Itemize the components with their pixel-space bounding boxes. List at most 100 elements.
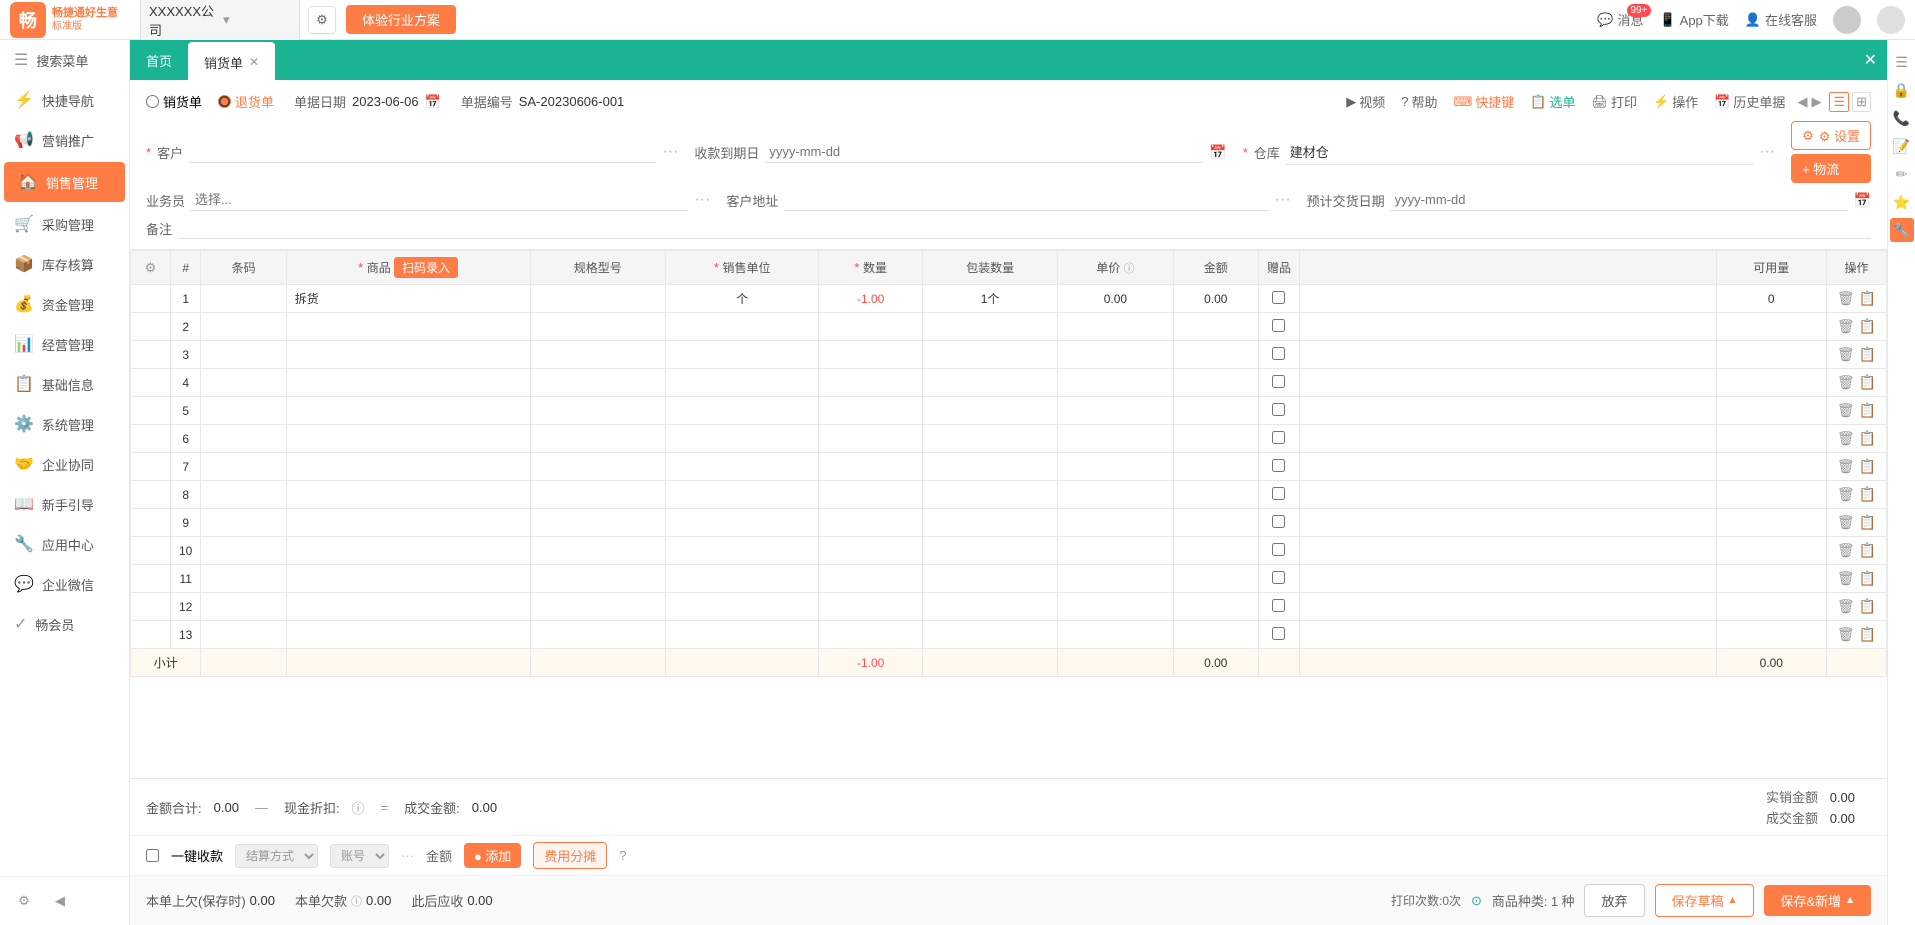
delete-row-icon[interactable]: 🗑 [1837, 486, 1855, 503]
address-more-icon[interactable]: ··· [1275, 191, 1291, 209]
save-new-button[interactable]: 保存&新增 ▲ [1764, 885, 1871, 916]
app-download-button[interactable]: 📱 App下载 [1659, 10, 1728, 29]
gift-checkbox[interactable] [1272, 403, 1285, 416]
help-btn[interactable]: ? 帮助 [1397, 90, 1441, 113]
payment-due-calendar-icon[interactable]: 📅 [1209, 144, 1226, 161]
sidebar-item-sales[interactable]: 🏠 销售管理 [4, 162, 125, 202]
tab-home[interactable]: 首页 [130, 40, 188, 80]
gift-checkbox[interactable] [1272, 347, 1285, 360]
grid-view-icon[interactable]: ⊞ [1852, 92, 1871, 112]
delete-row-icon[interactable]: 🗑 [1837, 374, 1855, 391]
gift-checkbox[interactable] [1272, 375, 1285, 388]
add-payment-button[interactable]: ● 添加 [464, 843, 521, 868]
avatar[interactable] [1833, 6, 1861, 34]
sidebar-item-purchase[interactable]: 🛒 采购管理 [0, 204, 129, 244]
gift-checkbox[interactable] [1272, 459, 1285, 472]
sales-bill-radio[interactable]: 销货单 [146, 92, 202, 111]
sidebar-item-guide[interactable]: 📖 新手引导 [0, 484, 129, 524]
copy-row-icon[interactable]: 📋 [1859, 486, 1876, 503]
copy-row-icon[interactable]: 📋 [1859, 598, 1876, 615]
history-btn[interactable]: 📅 历史单据 [1710, 90, 1789, 113]
rp-note-icon[interactable]: 📝 [1890, 134, 1914, 158]
copy-row-icon[interactable]: 📋 [1859, 570, 1876, 587]
tab-sales-order[interactable]: 销货单 ✕ [188, 42, 275, 82]
gift-checkbox[interactable] [1272, 627, 1285, 640]
delete-row-icon[interactable]: 🗑 [1837, 514, 1855, 531]
online-service-button[interactable]: 👤 在线客服 [1745, 10, 1817, 29]
calendar-icon[interactable]: 📅 [425, 94, 441, 110]
delete-row-icon[interactable]: 🗑 [1837, 570, 1855, 587]
col-settings-icon[interactable]: ⚙ [145, 260, 157, 275]
rp-orange-icon[interactable]: 🔧 [1890, 218, 1914, 242]
video-btn[interactable]: ▶ 视频 [1342, 90, 1389, 113]
expense-split-button[interactable]: 费用分摊 [533, 842, 607, 869]
delete-row-icon[interactable]: 🗑 [1837, 598, 1855, 615]
sidebar-item-shortcut[interactable]: ⚡ 快捷导航 [0, 80, 129, 120]
message-button[interactable]: 💬 消息 99+ [1597, 10, 1643, 29]
sidebar-item-inventory[interactable]: 📦 库存核算 [0, 244, 129, 284]
print-info-icon[interactable]: ⊙ [1471, 893, 1482, 909]
copy-row-icon[interactable]: 📋 [1859, 514, 1876, 531]
gift-checkbox[interactable] [1272, 291, 1285, 304]
select-bill-btn[interactable]: 📋 选单 [1526, 90, 1579, 113]
save-draft-button[interactable]: 保存草稿 ▲ [1655, 884, 1755, 917]
delivery-date-input[interactable] [1391, 189, 1848, 211]
trial-button[interactable]: 体验行业方案 [346, 5, 456, 34]
sidebar-item-basic[interactable]: 📋 基础信息 [0, 364, 129, 404]
sidebar-item-wechat[interactable]: 💬 企业微信 [0, 564, 129, 604]
sidebar-item-finance[interactable]: 💰 资金管理 [0, 284, 129, 324]
return-bill-radio[interactable]: 退货单 [218, 92, 274, 111]
ops-btn[interactable]: ⚡ 操作 [1649, 90, 1702, 113]
prev-icon[interactable]: ◀ [1797, 94, 1807, 110]
copy-row-icon[interactable]: 📋 [1859, 430, 1876, 447]
remarks-input[interactable] [178, 217, 1871, 239]
salesman-input[interactable] [191, 189, 688, 211]
tab-bar-close-icon[interactable]: ✕ [1864, 50, 1877, 70]
gift-checkbox[interactable] [1272, 599, 1285, 612]
customer-more-icon[interactable]: ··· [662, 143, 678, 161]
account-more-icon[interactable]: ··· [401, 848, 414, 863]
avatar-2[interactable] [1877, 6, 1905, 34]
logistics-btn[interactable]: + 物流 [1791, 154, 1871, 183]
rp-lock-icon[interactable]: 🔒 [1890, 78, 1914, 102]
delete-row-icon[interactable]: 🗑 [1837, 402, 1855, 419]
delete-row-icon[interactable]: 🗑 [1837, 290, 1855, 307]
payment-due-input[interactable] [765, 141, 1203, 163]
sidebar-item-operation[interactable]: 📊 经营管理 [0, 324, 129, 364]
customer-address-input[interactable] [784, 189, 1268, 211]
copy-row-icon[interactable]: 📋 [1859, 626, 1876, 643]
gift-checkbox[interactable] [1272, 487, 1285, 500]
company-selector[interactable]: XXXXXX公司 ▾ [140, 0, 300, 43]
gift-checkbox[interactable] [1272, 515, 1285, 528]
delete-row-icon[interactable]: 🗑 [1837, 626, 1855, 643]
salesman-more-icon[interactable]: ··· [694, 191, 710, 209]
settings-btn[interactable]: ⚙ ⚙ 设置 [1791, 121, 1871, 150]
sidebar-item-system[interactable]: ⚙️ 系统管理 [0, 404, 129, 444]
shortcut-btn[interactable]: ⌨ 快捷键 [1450, 90, 1519, 113]
gift-checkbox[interactable] [1272, 431, 1285, 444]
rp-star-icon[interactable]: ⭐ [1890, 190, 1914, 214]
delete-row-icon[interactable]: 🗑 [1837, 542, 1855, 559]
rp-phone-icon[interactable]: 📞 [1890, 106, 1914, 130]
discount-info-icon[interactable]: ⓘ [352, 798, 365, 817]
warehouse-more-icon[interactable]: ··· [1759, 143, 1775, 161]
account-select[interactable]: 账号 [330, 844, 389, 868]
delete-row-icon[interactable]: 🗑 [1837, 430, 1855, 447]
gift-checkbox[interactable] [1272, 319, 1285, 332]
settlement-method-select[interactable]: 结算方式 [235, 844, 318, 868]
sidebar-item-appstore[interactable]: 🔧 应用中心 [0, 524, 129, 564]
scan-button[interactable]: 扫码录入 [394, 257, 458, 278]
gift-checkbox[interactable] [1272, 571, 1285, 584]
sidebar-item-vip[interactable]: ✓ 畅会员 [0, 604, 129, 644]
copy-row-icon[interactable]: 📋 [1859, 402, 1876, 419]
rp-menu-icon[interactable]: ☰ [1890, 50, 1914, 74]
sidebar-item-marketing[interactable]: 📢 营销推广 [0, 120, 129, 160]
delivery-calendar-icon[interactable]: 📅 [1854, 192, 1871, 209]
gift-checkbox[interactable] [1272, 543, 1285, 556]
next-icon[interactable]: ▶ [1811, 94, 1821, 110]
copy-row-icon[interactable]: 📋 [1859, 318, 1876, 335]
sidebar-collapse-button[interactable]: ◀ [46, 887, 74, 915]
copy-row-icon[interactable]: 📋 [1859, 346, 1876, 363]
delete-row-icon[interactable]: 🗑 [1837, 318, 1855, 335]
delete-row-icon[interactable]: 🗑 [1837, 346, 1855, 363]
